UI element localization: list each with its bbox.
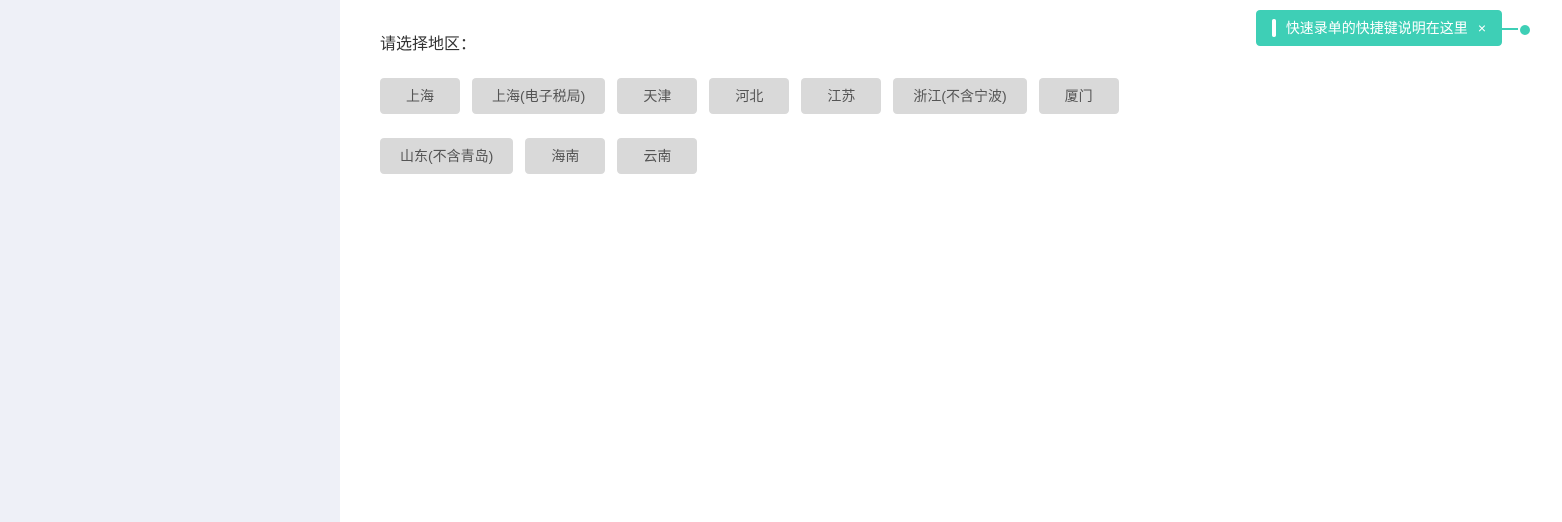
region-btn-shanghai-etax[interactable]: 上海(电子税局) [472,78,605,114]
region-btn-jiangsu[interactable]: 江苏 [801,78,881,114]
region-btn-xiamen[interactable]: 厦门 [1039,78,1119,114]
tooltip-connector-line [1502,28,1518,30]
region-btn-shandong[interactable]: 山东(不含青岛) [380,138,513,174]
region-btn-shanghai[interactable]: 上海 [380,78,460,114]
tooltip-close-button[interactable]: × [1478,20,1486,36]
tooltip-bar [1272,19,1276,37]
tooltip-text: 快速录单的快捷键说明在这里 [1286,18,1468,38]
tooltip-banner: 快速录单的快捷键说明在这里 × [1256,10,1502,46]
region-btn-hebei[interactable]: 河北 [709,78,789,114]
region-buttons: 上海 上海(电子税局) 天津 河北 江苏 浙江(不含宁波) 厦门 山东(不含青岛… [380,78,1522,174]
tooltip-connector-dot [1518,23,1532,37]
region-btn-tianjin[interactable]: 天津 [617,78,697,114]
region-btn-hainan[interactable]: 海南 [525,138,605,174]
main-content: 请选择地区： 上海 上海(电子税局) 天津 河北 江苏 浙江(不含宁波) 厦门 … [340,0,1562,522]
region-btn-zhejiang[interactable]: 浙江(不含宁波) [893,78,1026,114]
region-btn-yunnan[interactable]: 云南 [617,138,697,174]
left-sidebar [0,0,340,522]
